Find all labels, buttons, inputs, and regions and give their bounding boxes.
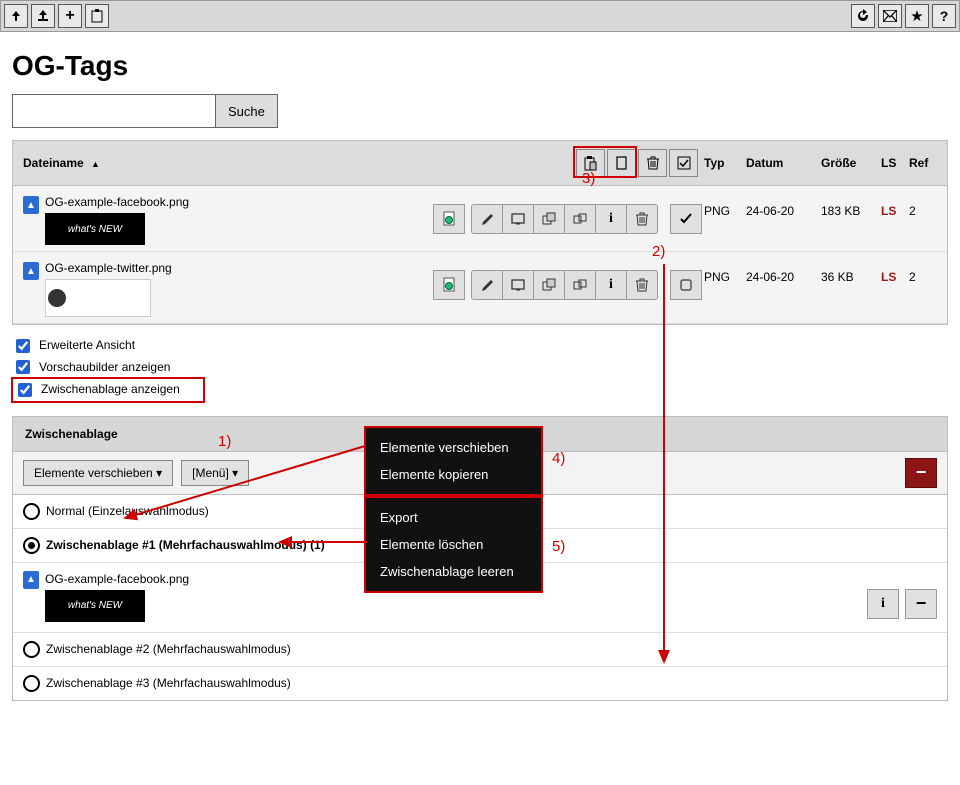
thumbnail[interactable]: what's NEW (45, 213, 145, 245)
col-ref[interactable]: Ref (909, 156, 937, 170)
cell-groesse: 183 KB (821, 204, 881, 218)
table-row: ▲ OG-example-facebook.png what's NEW i P… (13, 186, 947, 252)
radio-filled-icon (23, 537, 40, 554)
cell-ls: LS (881, 204, 909, 218)
cell-ref: 2 (909, 270, 937, 284)
paste-icon[interactable] (85, 4, 109, 28)
upload-icon[interactable] (31, 4, 55, 28)
thumbnail[interactable]: what's NEW (45, 590, 145, 622)
view-icon[interactable] (503, 204, 534, 234)
col-groesse[interactable]: Größe (821, 156, 881, 170)
row-trash-icon[interactable] (627, 204, 658, 234)
hdr-paste-icon[interactable] (576, 149, 605, 177)
hdr-selectall-icon[interactable] (669, 149, 698, 177)
menu-item[interactable]: Export (366, 504, 541, 531)
popup-menu-options: Export Elemente löschen Zwischenablage l… (365, 497, 542, 592)
replace-icon[interactable] (534, 270, 565, 300)
hdr-trash-icon[interactable] (638, 149, 667, 177)
reload-icon[interactable] (851, 4, 875, 28)
filetype-image-icon: ▲ (23, 262, 39, 280)
row-check[interactable] (670, 270, 702, 300)
plus-icon[interactable]: + (58, 4, 82, 28)
thumbnail[interactable] (45, 279, 151, 317)
file-name[interactable]: OG-example-facebook.png (45, 195, 433, 209)
file-list-panel: Dateiname ▲ Typ Datum Größe LS Ref ▲ OG-… (12, 140, 948, 325)
help-icon[interactable]: ? (932, 4, 956, 28)
info-icon[interactable]: i (596, 270, 627, 300)
radio-icon (23, 675, 40, 692)
star-icon[interactable]: ★ (905, 4, 929, 28)
page-title: OG-Tags (12, 50, 948, 82)
cell-ref: 2 (909, 204, 937, 218)
search-bar: Suche (12, 94, 948, 128)
chevron-down-icon: ▾ (232, 466, 238, 480)
menu-item[interactable]: Zwischenablage leeren (366, 558, 541, 585)
replace-icon[interactable] (534, 204, 565, 234)
view-icon[interactable] (503, 270, 534, 300)
cell-datum: 24-06-20 (746, 204, 821, 218)
popup-menu-move: Elemente verschieben Elemente kopieren (365, 427, 542, 495)
opt-thumbs[interactable]: Vorschaubilder anzeigen (12, 357, 948, 379)
opt-extended[interactable]: Erweiterte Ansicht (12, 335, 948, 357)
world-icon[interactable] (433, 204, 465, 234)
col-datum[interactable]: Datum (746, 156, 821, 170)
row-trash-icon[interactable] (627, 270, 658, 300)
row-check[interactable] (670, 204, 702, 234)
menu-item[interactable]: Elemente kopieren (366, 461, 541, 488)
clip-mode-2[interactable]: Zwischenablage #2 (Mehrfachauswahlmodus) (13, 633, 947, 667)
copy-icon[interactable] (565, 204, 596, 234)
info-icon[interactable]: i (867, 589, 899, 619)
cell-groesse: 36 KB (821, 270, 881, 284)
edit-icon[interactable] (471, 204, 503, 234)
menu-button[interactable]: [Menü] ▾ (181, 460, 249, 486)
info-icon[interactable]: i (596, 204, 627, 234)
search-button[interactable]: Suche (215, 94, 278, 128)
file-list-header: Dateiname ▲ Typ Datum Größe LS Ref (13, 141, 947, 186)
world-icon[interactable] (433, 270, 465, 300)
col-ls[interactable]: LS (881, 156, 909, 170)
col-typ[interactable]: Typ (704, 156, 746, 170)
col-name[interactable]: Dateiname (23, 156, 84, 170)
edit-icon[interactable] (471, 270, 503, 300)
mail-icon[interactable] (878, 4, 902, 28)
clip-item-name[interactable]: OG-example-facebook.png (45, 572, 189, 586)
radio-icon (23, 641, 40, 658)
up-icon[interactable] (4, 4, 28, 28)
chevron-down-icon: ▾ (156, 466, 162, 480)
top-toolbar: + ★ ? (0, 0, 960, 32)
move-elements-button[interactable]: Elemente verschieben ▾ (23, 460, 173, 486)
copy-icon[interactable] (565, 270, 596, 300)
cell-ls: LS (881, 270, 909, 284)
menu-item[interactable]: Elemente löschen (366, 531, 541, 558)
table-row: ▲ OG-example-twitter.png i PNG 24-06-20 … (13, 252, 947, 324)
cell-typ: PNG (704, 204, 746, 218)
opt-clipboard[interactable]: Zwischenablage anzeigen (12, 378, 204, 402)
menu-item[interactable]: Elemente verschieben (366, 434, 541, 461)
clip-mode-3[interactable]: Zwischenablage #3 (Mehrfachauswahlmodus) (13, 667, 947, 700)
radio-icon (23, 503, 40, 520)
remove-item-button[interactable]: − (905, 589, 937, 619)
filetype-image-icon: ▲ (23, 571, 39, 589)
filetype-image-icon: ▲ (23, 196, 39, 214)
cell-typ: PNG (704, 270, 746, 284)
search-input[interactable] (12, 94, 216, 128)
sort-asc-icon: ▲ (91, 159, 100, 169)
hdr-clipboard-icon[interactable] (607, 149, 636, 177)
cell-datum: 24-06-20 (746, 270, 821, 284)
view-options: Erweiterte Ansicht Vorschaubilder anzeig… (12, 335, 948, 402)
clipboard-remove-button[interactable]: − (905, 458, 937, 488)
file-name[interactable]: OG-example-twitter.png (45, 261, 433, 275)
